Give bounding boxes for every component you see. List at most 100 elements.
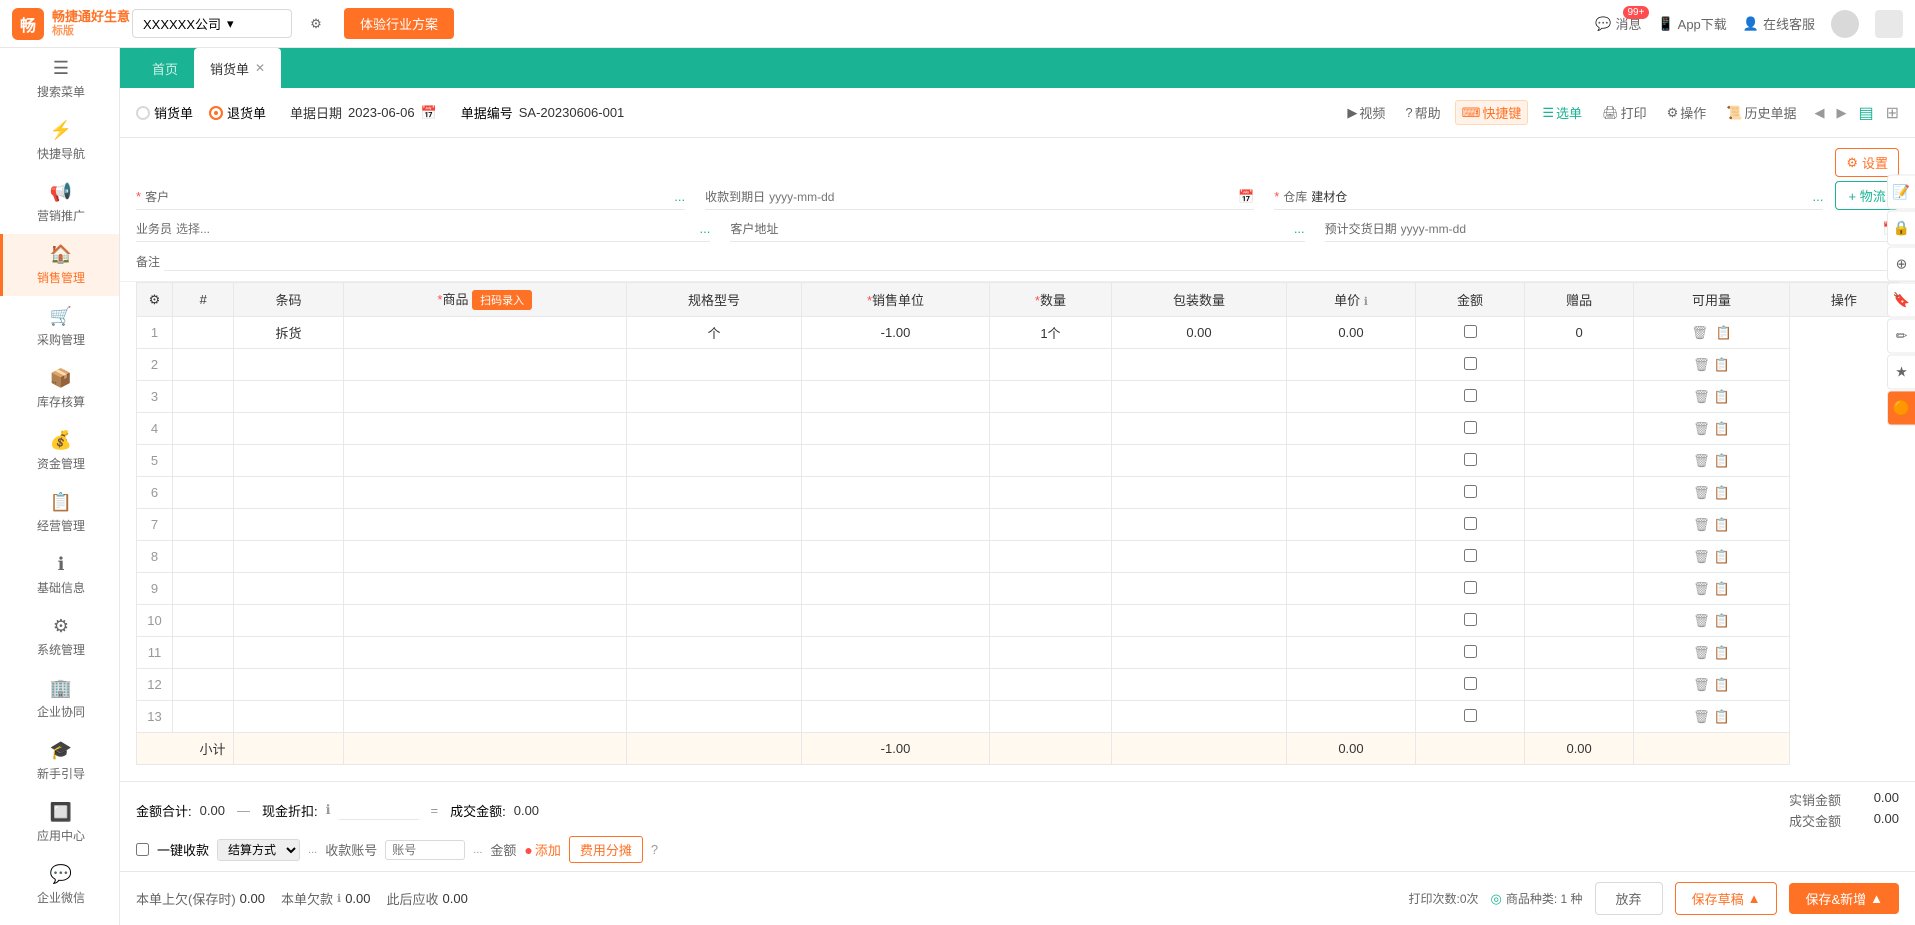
add-payment-button[interactable]: ● 添加 <box>524 840 560 859</box>
float-btn-1[interactable]: 📝 <box>1887 175 1915 210</box>
save-new-button[interactable]: 保存&新增 ▲ <box>1789 883 1899 914</box>
sidebar-item-quick-nav[interactable]: ⚡ 快捷导航 <box>0 110 119 172</box>
cell-amount[interactable] <box>1287 509 1416 541</box>
cell-gift[interactable] <box>1415 413 1524 445</box>
cell-goods[interactable] <box>234 349 343 381</box>
gift-checkbox[interactable] <box>1464 709 1477 722</box>
cell-qty[interactable] <box>802 701 990 733</box>
cell-price[interactable] <box>1111 445 1286 477</box>
copy-row-icon[interactable]: 📋 <box>1715 325 1731 340</box>
sidebar-item-operations[interactable]: 📋 经营管理 <box>0 482 119 544</box>
cell-barcode[interactable] <box>173 573 234 605</box>
cell-barcode[interactable] <box>173 445 234 477</box>
cell-price[interactable] <box>1111 541 1286 573</box>
sidebar-item-guide[interactable]: 🎓 新手引导 <box>0 730 119 792</box>
delete-row-icon[interactable]: 🗑 <box>1693 709 1710 724</box>
cell-amount[interactable] <box>1287 669 1416 701</box>
copy-row-icon[interactable]: 📋 <box>1714 709 1730 724</box>
payment-due-input[interactable] <box>769 190 1234 204</box>
cell-unit[interactable] <box>626 605 801 637</box>
cell-gift[interactable] <box>1415 317 1524 349</box>
cell-pkg-qty[interactable]: 1个 <box>989 317 1111 349</box>
cell-spec[interactable] <box>343 445 626 477</box>
scan-button[interactable]: 扫码录入 <box>472 290 532 310</box>
tab-close-icon[interactable]: ✕ <box>255 61 265 75</box>
calc-method-select[interactable]: 结算方式 <box>217 839 300 861</box>
calc-ellipsis[interactable]: ... <box>308 844 317 856</box>
delete-row-icon[interactable]: 🗑 <box>1691 325 1708 340</box>
discard-button[interactable]: 放弃 <box>1595 882 1663 915</box>
sidebar-item-system[interactable]: ⚙ 系统管理 <box>0 606 119 668</box>
delete-row-icon[interactable]: 🗑 <box>1693 645 1710 660</box>
cell-gift[interactable] <box>1415 349 1524 381</box>
cell-goods[interactable] <box>234 477 343 509</box>
cell-pkg-qty[interactable] <box>989 637 1111 669</box>
cell-goods[interactable] <box>234 509 343 541</box>
cell-goods[interactable] <box>234 381 343 413</box>
discount-info-icon[interactable]: ℹ <box>326 802 331 818</box>
gift-checkbox[interactable] <box>1464 325 1477 338</box>
next-icon[interactable]: ▶ <box>1836 105 1846 121</box>
cell-price[interactable]: 0.00 <box>1111 317 1286 349</box>
cell-pkg-qty[interactable] <box>989 445 1111 477</box>
cell-price[interactable] <box>1111 669 1286 701</box>
copy-row-icon[interactable]: 📋 <box>1714 645 1730 660</box>
cell-gift[interactable] <box>1415 573 1524 605</box>
sidebar-item-member[interactable]: V 畅会员 <box>0 916 119 925</box>
cell-unit[interactable] <box>626 669 801 701</box>
float-btn-2[interactable]: 🔒 <box>1887 211 1915 246</box>
video-btn[interactable]: ▶ 视频 <box>1341 101 1391 124</box>
cell-goods[interactable] <box>234 637 343 669</box>
copy-row-icon[interactable]: 📋 <box>1714 517 1730 532</box>
cell-unit[interactable] <box>626 637 801 669</box>
cell-barcode[interactable] <box>173 381 234 413</box>
cell-barcode[interactable] <box>173 541 234 573</box>
cell-pkg-qty[interactable] <box>989 477 1111 509</box>
cell-barcode[interactable] <box>173 349 234 381</box>
copy-row-icon[interactable]: 📋 <box>1714 613 1730 628</box>
cell-goods[interactable] <box>234 605 343 637</box>
tab-home[interactable]: 首页 <box>136 48 194 88</box>
sidebar-item-enterprise[interactable]: 🏢 企业协同 <box>0 668 119 730</box>
cell-unit[interactable] <box>626 573 801 605</box>
cell-goods[interactable]: 拆货 <box>234 317 343 349</box>
cell-qty[interactable]: -1.00 <box>802 317 990 349</box>
cell-barcode[interactable] <box>173 317 234 349</box>
cell-amount[interactable] <box>1287 605 1416 637</box>
cell-goods[interactable] <box>234 573 343 605</box>
delete-row-icon[interactable]: 🗑 <box>1693 485 1710 500</box>
sidebar-item-inventory[interactable]: 📦 库存核算 <box>0 358 119 420</box>
cell-qty[interactable] <box>802 349 990 381</box>
cell-gift[interactable] <box>1415 541 1524 573</box>
gift-checkbox[interactable] <box>1464 517 1477 530</box>
fee-split-button[interactable]: 费用分摊 <box>569 836 643 863</box>
trial-button[interactable]: 体验行业方案 <box>344 8 454 39</box>
cell-gift[interactable] <box>1415 605 1524 637</box>
user-avatar[interactable] <box>1831 10 1859 38</box>
cell-spec[interactable] <box>343 349 626 381</box>
cell-unit[interactable] <box>626 413 801 445</box>
cell-price[interactable] <box>1111 381 1286 413</box>
cell-price[interactable] <box>1111 573 1286 605</box>
cell-qty[interactable] <box>802 605 990 637</box>
delete-row-icon[interactable]: 🗑 <box>1693 581 1710 596</box>
cell-pkg-qty[interactable] <box>989 669 1111 701</box>
cell-spec[interactable] <box>343 669 626 701</box>
sidebar-item-finance[interactable]: 💰 资金管理 <box>0 420 119 482</box>
gift-checkbox[interactable] <box>1464 613 1477 626</box>
cell-pkg-qty[interactable] <box>989 573 1111 605</box>
copy-row-icon[interactable]: 📋 <box>1714 581 1730 596</box>
sidebar-item-basic[interactable]: ℹ 基础信息 <box>0 544 119 606</box>
cell-goods[interactable] <box>234 541 343 573</box>
cell-amount[interactable] <box>1287 637 1416 669</box>
delete-row-icon[interactable]: 🗑 <box>1693 549 1710 564</box>
cell-barcode[interactable] <box>173 413 234 445</box>
cell-pkg-qty[interactable] <box>989 701 1111 733</box>
cell-goods[interactable] <box>234 413 343 445</box>
float-btn-3[interactable]: ⊕ <box>1887 247 1915 282</box>
cell-qty[interactable] <box>802 509 990 541</box>
cell-qty[interactable] <box>802 573 990 605</box>
cell-barcode[interactable] <box>173 637 234 669</box>
cell-gift[interactable] <box>1415 701 1524 733</box>
company-selector[interactable]: XXXXXX公司 ▾ <box>132 9 292 38</box>
